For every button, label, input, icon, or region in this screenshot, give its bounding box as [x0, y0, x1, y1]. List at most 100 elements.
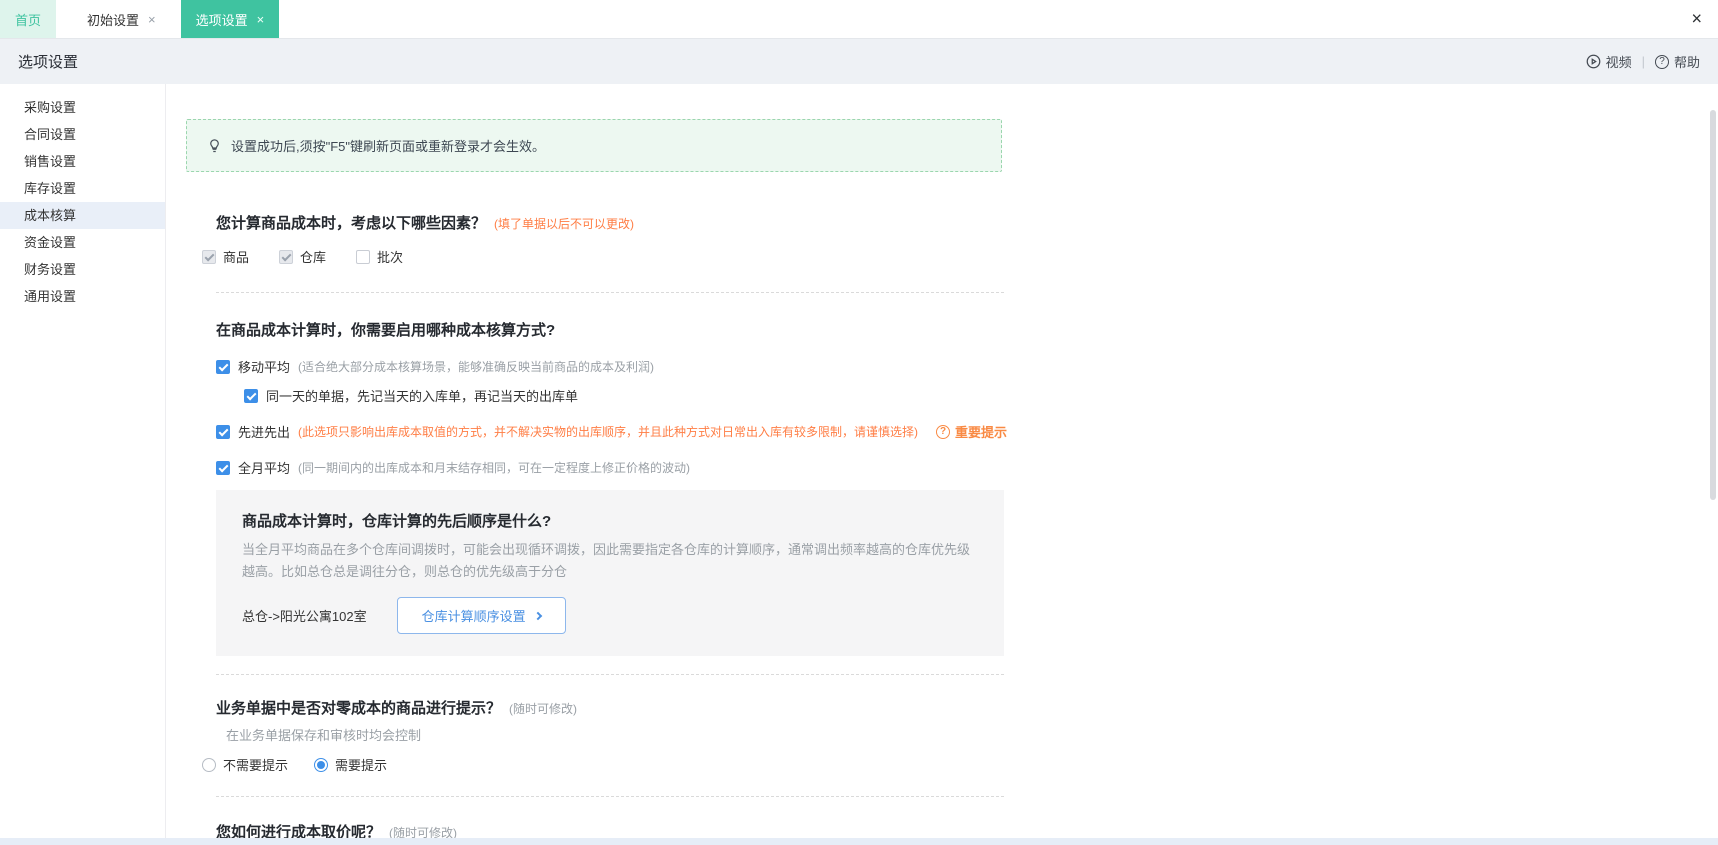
option-label: 移动平均 — [238, 360, 291, 375]
section-note: (随时可修改) — [509, 702, 578, 717]
play-circle-icon — [1586, 54, 1600, 69]
checkbox-checked-icon — [216, 359, 230, 374]
checkbox-warehouse[interactable]: 仓库 — [279, 247, 326, 266]
warehouse-box-description: 当全月平均商品在多个仓库间调拨时，可能会出现循环调拨，因此需要指定各仓库的计算顺… — [242, 542, 971, 580]
sidebar-item-inventory[interactable]: 库存设置 — [0, 175, 165, 202]
vertical-scrollbar[interactable] — [1710, 110, 1716, 500]
sidebar-item-cost-accounting[interactable]: 成本核算 — [0, 202, 165, 229]
settings-sidebar: 采购设置 合同设置 销售设置 库存设置 成本核算 资金设置 财务设置 通用设置 — [0, 84, 166, 845]
radio-selected-icon — [314, 757, 329, 772]
sidebar-item-label: 销售设置 — [24, 154, 77, 169]
sidebar-item-label: 合同设置 — [24, 127, 77, 142]
option-label: 全月平均 — [238, 461, 291, 476]
sidebar-item-purchase[interactable]: 采购设置 — [0, 94, 165, 121]
option-note: (适合绝大部分成本核算场景，能够准确反映当前商品的成本及利润) — [298, 360, 655, 374]
help-link[interactable]: ? 帮助 — [1654, 52, 1700, 71]
sidebar-item-label: 采购设置 — [24, 100, 77, 115]
section-cost-factors: 您计算商品成本时，考虑以下哪些因素？ (填了单据以后不可以更改) 商品 仓库 批次 — [202, 212, 1718, 266]
divider: | — [1641, 54, 1645, 69]
factor-checkbox-row: 商品 仓库 批次 — [202, 247, 1718, 266]
tab-options-settings[interactable]: 选项设置 × — [180, 0, 280, 38]
tip-text: 设置成功后,须按"F5"键刷新页面或重新登录才会生效。 — [231, 139, 546, 154]
tip-banner: 设置成功后,须按"F5"键刷新页面或重新登录才会生效。 — [186, 119, 1002, 172]
dashed-divider — [216, 796, 1004, 798]
radio-need-prompt[interactable]: 需要提示 — [314, 755, 387, 774]
section-title-text: 您计算商品成本时，考虑以下哪些因素？ — [216, 215, 487, 232]
tab-home-label: 首页 — [15, 12, 42, 28]
question-circle-icon: ? — [1654, 54, 1669, 69]
checkbox-label: 商品 — [223, 250, 250, 265]
option-moving-average[interactable]: 移动平均 (适合绝大部分成本核算场景，能够准确反映当前商品的成本及利润) — [216, 357, 1718, 376]
section-title: 业务单据中是否对零成本的商品进行提示？ (随时可修改) — [216, 697, 1718, 718]
warehouse-order-box: 商品成本计算时，仓库计算的先后顺序是什么? 当全月平均商品在多个仓库间调拨时，可… — [216, 490, 1004, 657]
page-title: 选项设置 — [18, 54, 79, 71]
radio-unselected-icon — [202, 757, 216, 772]
option-fifo[interactable]: 先进先出 (此选项只影响出库成本取值的方式，并不解决实物的出库顺序，并且此种方式… — [216, 422, 1718, 441]
option-monthly-average[interactable]: 全月平均 (同一期间内的出库成本和月末结存相同，可在一定程度上修正价格的波动) — [216, 458, 1718, 477]
section-title: 在商品成本计算时，你需要启用哪种成本核算方式? — [216, 322, 556, 339]
tab-bar: 首页 初始设置 × 选项设置 × × — [0, 0, 1718, 38]
section-title-text: 业务单据中是否对零成本的商品进行提示？ — [216, 700, 502, 718]
radio-label: 需要提示 — [335, 758, 388, 774]
warehouse-order-path: 总仓->阳光公寓102室 — [242, 609, 367, 625]
main-content: 设置成功后,须按"F5"键刷新页面或重新登录才会生效。 您计算商品成本时，考虑以… — [166, 84, 1718, 845]
tab-options-settings-label: 选项设置 — [195, 12, 248, 28]
section-note: (填了单据以后不可以更改) — [494, 217, 635, 231]
option-note: (同一期间内的出库成本和月末结存相同，可在一定程度上修正价格的波动) — [298, 461, 691, 475]
sidebar-item-label: 成本核算 — [24, 208, 77, 223]
sidebar-item-label: 通用设置 — [24, 289, 77, 304]
checkbox-label: 批次 — [377, 250, 404, 265]
tab-initial-settings[interactable]: 初始设置 × — [72, 0, 171, 38]
sidebar-item-funds[interactable]: 资金设置 — [0, 229, 165, 256]
help-label: 帮助 — [1673, 55, 1700, 70]
checkbox-checked-disabled-icon — [279, 249, 294, 264]
video-link[interactable]: 视频 — [1586, 52, 1632, 71]
tab-initial-settings-label: 初始设置 — [87, 12, 140, 28]
sidebar-item-finance[interactable]: 财务设置 — [0, 256, 165, 283]
option-label: 同一天的单据，先记当天的入库单，再记当天的出库单 — [266, 389, 579, 404]
page-header: 选项设置 视频 | ? 帮助 — [0, 38, 1718, 84]
app-window: 首页 初始设置 × 选项设置 × × 选项设置 视频 | ? 帮助 采购设置 合… — [0, 0, 1718, 845]
tab-home[interactable]: 首页 — [0, 0, 57, 38]
zero-cost-radio-row: 不需要提示 需要提示 — [202, 755, 1718, 774]
checkbox-checked-disabled-icon — [202, 249, 216, 264]
checkbox-checked-icon — [244, 388, 258, 403]
window-close-icon[interactable]: × — [1691, 9, 1702, 30]
checkbox-batch[interactable]: 批次 — [356, 247, 403, 266]
close-icon[interactable]: × — [148, 13, 156, 26]
section-title: 您计算商品成本时，考虑以下哪些因素？ (填了单据以后不可以更改) — [216, 212, 1718, 233]
warehouse-box-title: 商品成本计算时，仓库计算的先后顺序是什么? — [242, 513, 552, 530]
radio-no-prompt[interactable]: 不需要提示 — [202, 755, 288, 774]
dashed-divider — [216, 674, 1004, 676]
sidebar-item-label: 财务设置 — [24, 262, 77, 277]
button-label: 仓库计算顺序设置 — [421, 609, 526, 625]
radio-label: 不需要提示 — [223, 758, 289, 774]
question-circle-icon: ? — [936, 424, 951, 439]
checkbox-label: 仓库 — [300, 250, 327, 265]
important-notice-link[interactable]: ? 重要提示 — [936, 422, 1007, 441]
checkbox-checked-icon — [216, 460, 230, 475]
sidebar-item-sales[interactable]: 销售设置 — [0, 148, 165, 175]
sidebar-item-contract[interactable]: 合同设置 — [0, 121, 165, 148]
warehouse-box-actions: 总仓->阳光公寓102室 仓库计算顺序设置 — [242, 597, 978, 635]
sidebar-item-label: 资金设置 — [24, 235, 77, 250]
section-costing-methods: 在商品成本计算时，你需要启用哪种成本核算方式? — [216, 319, 1718, 340]
page-body: 采购设置 合同设置 销售设置 库存设置 成本核算 资金设置 财务设置 通用设置 … — [0, 84, 1718, 845]
header-actions: 视频 | ? 帮助 — [1586, 52, 1700, 71]
chevron-right-icon — [533, 611, 542, 621]
close-icon[interactable]: × — [257, 13, 265, 26]
sidebar-item-general[interactable]: 通用设置 — [0, 283, 165, 310]
warehouse-order-settings-button[interactable]: 仓库计算顺序设置 — [396, 597, 566, 635]
checkbox-product[interactable]: 商品 — [202, 247, 249, 266]
checkbox-unchecked-icon — [356, 249, 371, 264]
option-label: 先进先出 — [238, 425, 291, 440]
option-note: (此选项只影响出库成本取值的方式，并不解决实物的出库顺序，并且此种方式对日常出入… — [298, 425, 919, 439]
horizontal-scrollbar[interactable] — [0, 838, 1718, 845]
video-label: 视频 — [1605, 55, 1632, 70]
zero-cost-hint: 在业务单据保存和审核时均会控制 — [226, 728, 422, 744]
checkbox-checked-icon — [216, 424, 230, 439]
section-zero-cost-prompt: 业务单据中是否对零成本的商品进行提示？ (随时可修改) 在业务单据保存和审核时均会… — [202, 697, 1718, 774]
lightbulb-icon — [210, 139, 219, 153]
dashed-divider — [216, 292, 1004, 293]
option-same-day-order[interactable]: 同一天的单据，先记当天的入库单，再记当天的出库单 — [244, 386, 1718, 405]
